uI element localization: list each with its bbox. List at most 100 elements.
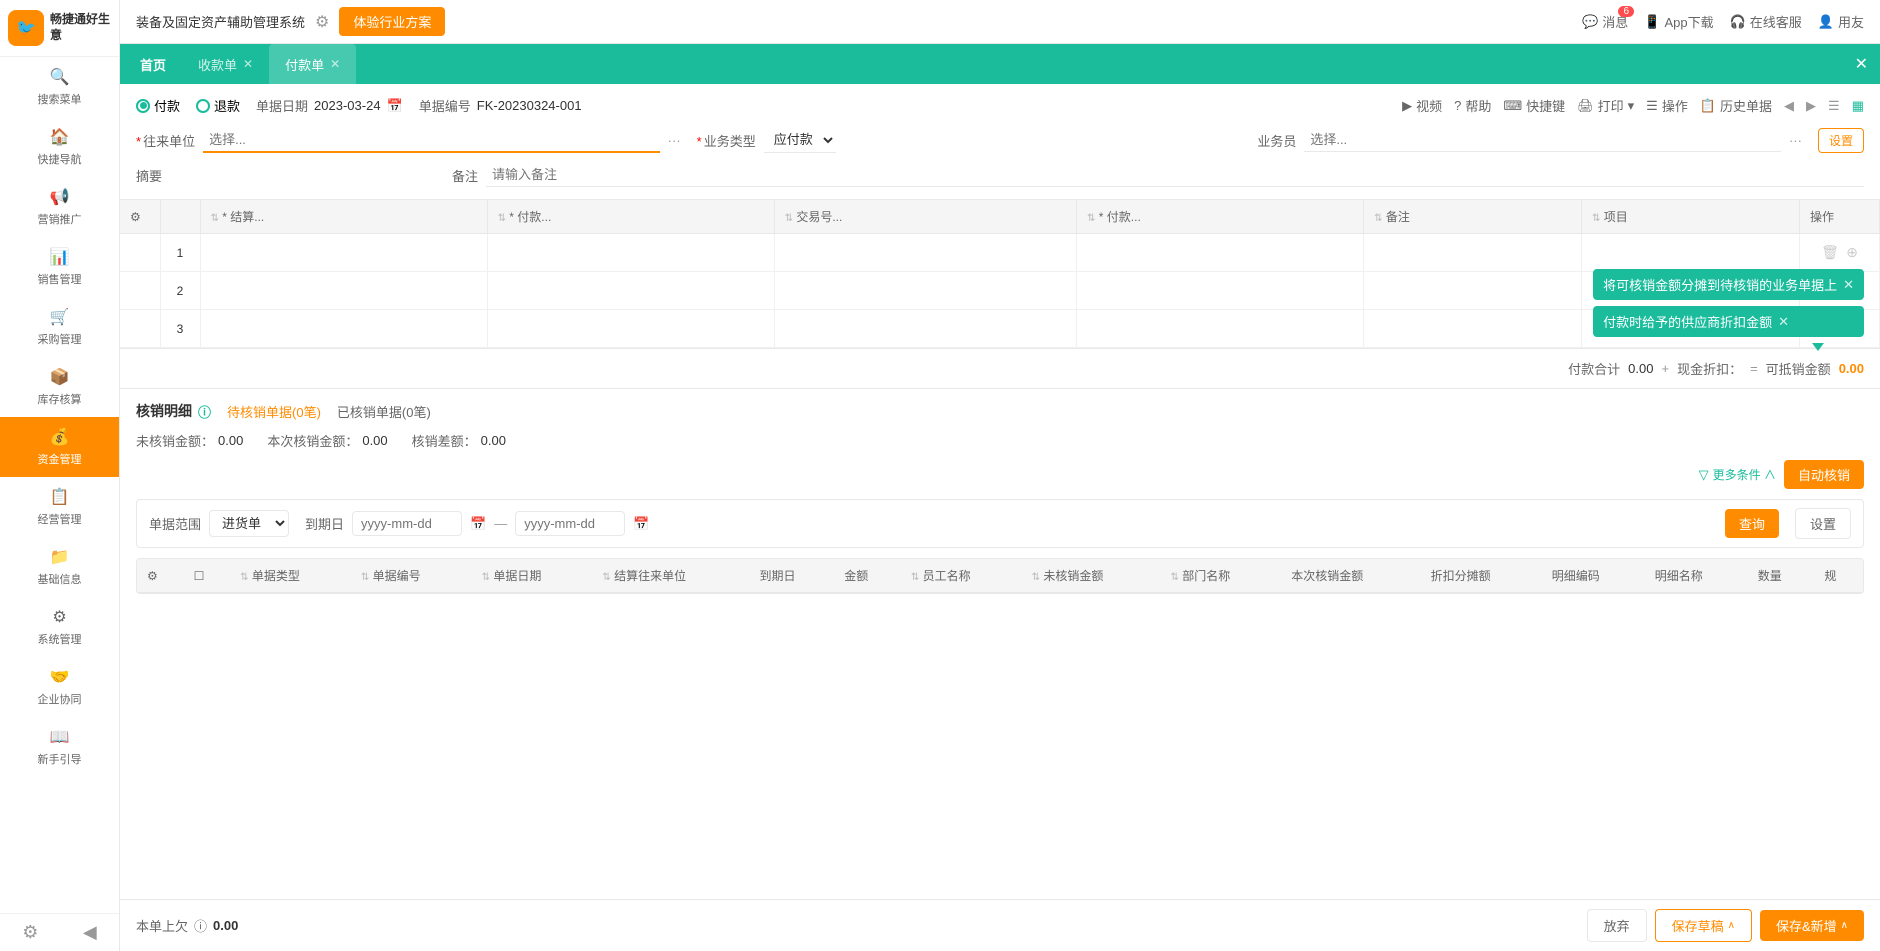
- th-remarks[interactable]: ⇅ 备注: [1364, 200, 1582, 234]
- sidebar-collapse-icon[interactable]: ◀: [83, 922, 97, 943]
- tab-receipt[interactable]: 收款单 ✕: [182, 44, 269, 84]
- receipt-tab-close[interactable]: ✕: [243, 57, 253, 71]
- rth-checkbox[interactable]: ☐: [184, 559, 231, 593]
- row-transaction-no[interactable]: [774, 272, 1076, 310]
- rth-staff[interactable]: ⇅ 员工名称: [901, 559, 1022, 593]
- discard-button[interactable]: 放弃: [1587, 909, 1647, 942]
- rth-amount[interactable]: 金额: [834, 559, 901, 593]
- filter-settings-button[interactable]: 设置: [1795, 508, 1851, 539]
- save-new-button[interactable]: 保存&新增 ∧: [1760, 910, 1864, 941]
- row-remarks[interactable]: [1364, 272, 1582, 310]
- counterpart-more[interactable]: ···: [668, 133, 681, 148]
- row-delete-icon[interactable]: 🗑: [1821, 244, 1839, 260]
- rth-qty[interactable]: 数量: [1748, 559, 1815, 593]
- user-item[interactable]: 👤 用友: [1818, 12, 1864, 31]
- th-settings[interactable]: ⚙: [120, 200, 160, 234]
- sidebar-item-finance[interactable]: 💰资金管理: [0, 417, 119, 477]
- row-transaction-no[interactable]: [774, 234, 1076, 272]
- rth-counterpart[interactable]: ⇅ 结算往来单位: [592, 559, 749, 593]
- row-payment-amount[interactable]: [1077, 310, 1364, 348]
- trial-button[interactable]: 体验行业方案: [339, 7, 445, 36]
- sidebar-item-sales[interactable]: 📊销售管理: [0, 237, 119, 297]
- help-action[interactable]: ? 帮助: [1454, 96, 1491, 115]
- row-settings[interactable]: [120, 234, 160, 272]
- row-payment-account[interactable]: [487, 272, 774, 310]
- date-from-calendar[interactable]: 📅: [470, 516, 486, 532]
- row-remarks[interactable]: [1364, 234, 1582, 272]
- set-button[interactable]: 设置: [1818, 128, 1864, 153]
- th-transaction-no[interactable]: ⇅ 交易号...: [774, 200, 1076, 234]
- rth-detail-code[interactable]: 明细编码: [1542, 559, 1645, 593]
- rth-dept[interactable]: ⇅ 部门名称: [1161, 559, 1282, 593]
- grid-view-icon[interactable]: ▦: [1852, 98, 1864, 114]
- radio-payment[interactable]: 付款: [136, 96, 180, 115]
- staff-more[interactable]: ···: [1789, 133, 1802, 148]
- th-payment-account[interactable]: ⇅ * 付款...: [487, 200, 774, 234]
- row-payment-account[interactable]: [487, 234, 774, 272]
- row-remarks[interactable]: [1364, 310, 1582, 348]
- rth-doc-type[interactable]: ⇅ 单据类型: [230, 559, 351, 593]
- rth-this-reconcile[interactable]: 本次核销金额: [1281, 559, 1420, 593]
- th-settlement[interactable]: ⇅ * 结算...: [200, 200, 487, 234]
- operate-action[interactable]: ☰ 操作: [1646, 96, 1688, 115]
- row-settlement[interactable]: [200, 310, 487, 348]
- reconcile-info-icon[interactable]: ⓘ: [198, 402, 211, 421]
- sidebar-item-guide[interactable]: 📖新手引导: [0, 717, 119, 777]
- rth-due-date[interactable]: 到期日: [749, 559, 834, 593]
- sidebar-item-inventory[interactable]: 📦库存核算: [0, 357, 119, 417]
- remark-input[interactable]: [486, 163, 1864, 187]
- rth-detail-name[interactable]: 明细名称: [1645, 559, 1748, 593]
- tab-home[interactable]: 首页: [124, 44, 182, 84]
- row-settlement[interactable]: [200, 272, 487, 310]
- doc-range-select[interactable]: 进货单: [209, 510, 289, 537]
- row-payment-amount[interactable]: [1077, 234, 1364, 272]
- date-to-input[interactable]: [515, 511, 625, 536]
- nav-prev-icon[interactable]: ◀: [1784, 98, 1794, 114]
- date-from-input[interactable]: [352, 511, 462, 536]
- sidebar-item-operation[interactable]: 📋经营管理: [0, 477, 119, 537]
- staff-input[interactable]: [1304, 128, 1781, 152]
- business-type-select[interactable]: 应付款: [764, 127, 836, 153]
- date-to-calendar[interactable]: 📅: [633, 516, 649, 532]
- row-settlement[interactable]: [200, 234, 487, 272]
- rth-unreconciled[interactable]: ⇅ 未核销金额: [1022, 559, 1161, 593]
- sidebar-item-marketing[interactable]: 📢营销推广: [0, 177, 119, 237]
- tooltip-2-close[interactable]: ✕: [1778, 314, 1789, 330]
- app-download-item[interactable]: 📱 App下载: [1644, 12, 1713, 31]
- rth-doc-no[interactable]: ⇅ 单据编号: [351, 559, 472, 593]
- tooltip-1-close[interactable]: ✕: [1843, 277, 1854, 293]
- print-action[interactable]: 🖨 打印 ▾: [1577, 96, 1634, 115]
- payment-tab-close[interactable]: ✕: [330, 57, 340, 71]
- row-settings[interactable]: [120, 310, 160, 348]
- done-tab[interactable]: 已核销单据(0笔): [337, 402, 431, 421]
- tab-bar-close-icon[interactable]: ✕: [1847, 54, 1876, 74]
- sidebar-item-system[interactable]: ⚙系统管理: [0, 597, 119, 657]
- header-settings-icon[interactable]: ⚙: [315, 12, 329, 32]
- shortcut-action[interactable]: ⌨ 快捷键: [1503, 96, 1565, 115]
- row-payment-amount[interactable]: [1077, 272, 1364, 310]
- th-payment-amount[interactable]: ⇅ * 付款...: [1077, 200, 1364, 234]
- row-payment-account[interactable]: [487, 310, 774, 348]
- nav-next-icon[interactable]: ▶: [1806, 98, 1816, 114]
- row-project[interactable]: [1582, 234, 1800, 272]
- more-conditions[interactable]: ▽ 更多条件 ∧: [1699, 466, 1776, 483]
- rth-spec[interactable]: 规: [1814, 559, 1863, 593]
- sidebar-item-nav[interactable]: 🏠快捷导航: [0, 117, 119, 177]
- row-transaction-no[interactable]: [774, 310, 1076, 348]
- pending-tab[interactable]: 待核销单据(0笔): [227, 402, 321, 421]
- row-copy-icon[interactable]: ⊕: [1846, 244, 1858, 260]
- counterpart-input[interactable]: [203, 128, 660, 153]
- message-item[interactable]: 💬 消息 6: [1582, 12, 1628, 31]
- rth-doc-date[interactable]: ⇅ 单据日期: [472, 559, 593, 593]
- sidebar-item-basic[interactable]: 📁基础信息: [0, 537, 119, 597]
- sidebar-expand-icon[interactable]: ⚙: [22, 922, 38, 943]
- save-draft-button[interactable]: 保存草稿 ∧: [1655, 909, 1752, 942]
- sidebar-item-enterprise[interactable]: 🤝企业协同: [0, 657, 119, 717]
- rth-discount[interactable]: 折扣分摊额: [1421, 559, 1542, 593]
- row-settings[interactable]: [120, 272, 160, 310]
- rth-settings[interactable]: ⚙: [137, 559, 184, 593]
- sidebar-item-purchase[interactable]: 🛒采购管理: [0, 297, 119, 357]
- tab-payment[interactable]: 付款单 ✕: [269, 44, 356, 84]
- list-view-icon[interactable]: ☰: [1828, 98, 1840, 114]
- th-project[interactable]: ⇅ 项目: [1582, 200, 1800, 234]
